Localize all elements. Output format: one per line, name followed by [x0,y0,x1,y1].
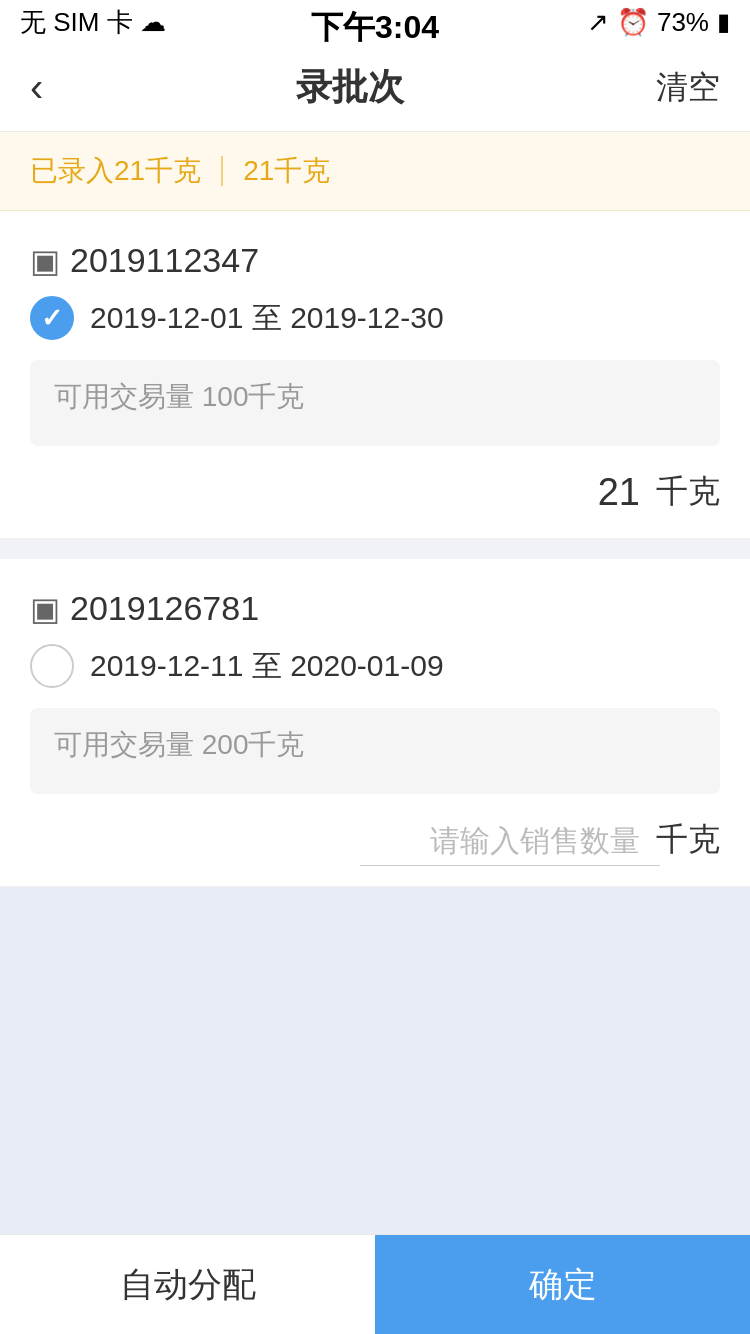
batch2-radio[interactable] [30,644,74,688]
auto-distribute-button[interactable]: 自动分配 [0,1235,375,1334]
status-left: 无 SIM 卡 ☁ [20,5,166,40]
back-button[interactable]: ‹ [30,65,43,110]
batch2-date: 2019-12-11 至 2020-01-09 [90,646,444,687]
sim-label: 无 SIM 卡 ☁ [20,5,166,40]
batch1-quantity-row: 21 千克 [0,446,750,539]
recorded-amount-label: 已录入21千克 [30,152,201,190]
status-time: 下午3:04 [311,6,439,50]
batch1-radio[interactable] [30,296,74,340]
status-bar: 无 SIM 卡 ☁ 下午3:04 ↗ ⏰ 73% ▮ [0,0,750,44]
batch2-unit: 千克 [656,818,720,862]
batch2-input-row[interactable]: 千克 [0,794,750,887]
battery-icon: ▮ [717,8,730,36]
batch2-icon: ▣ [30,590,60,628]
location-icon: ↗ [587,7,609,38]
batch1-quantity-value: 21 [598,471,640,514]
nav-bar: ‹ 录批次 清空 [0,44,750,132]
section-separator [0,539,750,559]
batch1-avail: 可用交易量 100千克 [30,360,720,446]
batch1-icon: ▣ [30,242,60,280]
batch1-id: 2019112347 [70,241,259,280]
batch1-unit: 千克 [656,470,720,514]
batch2-avail: 可用交易量 200千克 [30,708,720,794]
batch-card-1: ▣ 2019112347 2019-12-01 至 2019-12-30 可用交… [0,211,750,446]
bottom-bar: 自动分配 确定 [0,1234,750,1334]
batch1-date: 2019-12-01 至 2019-12-30 [90,298,444,339]
batch2-id-row: ▣ 2019126781 [30,589,720,628]
info-banner: 已录入21千克 21千克 [0,132,750,211]
batch2-date-row[interactable]: 2019-12-11 至 2020-01-09 [30,644,720,688]
alarm-icon: ⏰ [617,7,649,38]
banner-divider [221,156,223,186]
batch1-date-row[interactable]: 2019-12-01 至 2019-12-30 [30,296,720,340]
clear-button[interactable]: 清空 [656,66,720,110]
batch2-id: 2019126781 [70,589,259,628]
battery-level: 73% [657,7,709,38]
batch-card-2: ▣ 2019126781 2019-12-11 至 2020-01-09 可用交… [0,559,750,794]
recorded-amount-value: 21千克 [243,152,330,190]
page-title: 录批次 [296,63,404,112]
status-right: ↗ ⏰ 73% ▮ [587,7,730,38]
batch2-input-underline [360,865,660,866]
batch1-id-row: ▣ 2019112347 [30,241,720,280]
confirm-button[interactable]: 确定 [375,1235,750,1334]
batch2-quantity-input[interactable] [340,822,640,859]
